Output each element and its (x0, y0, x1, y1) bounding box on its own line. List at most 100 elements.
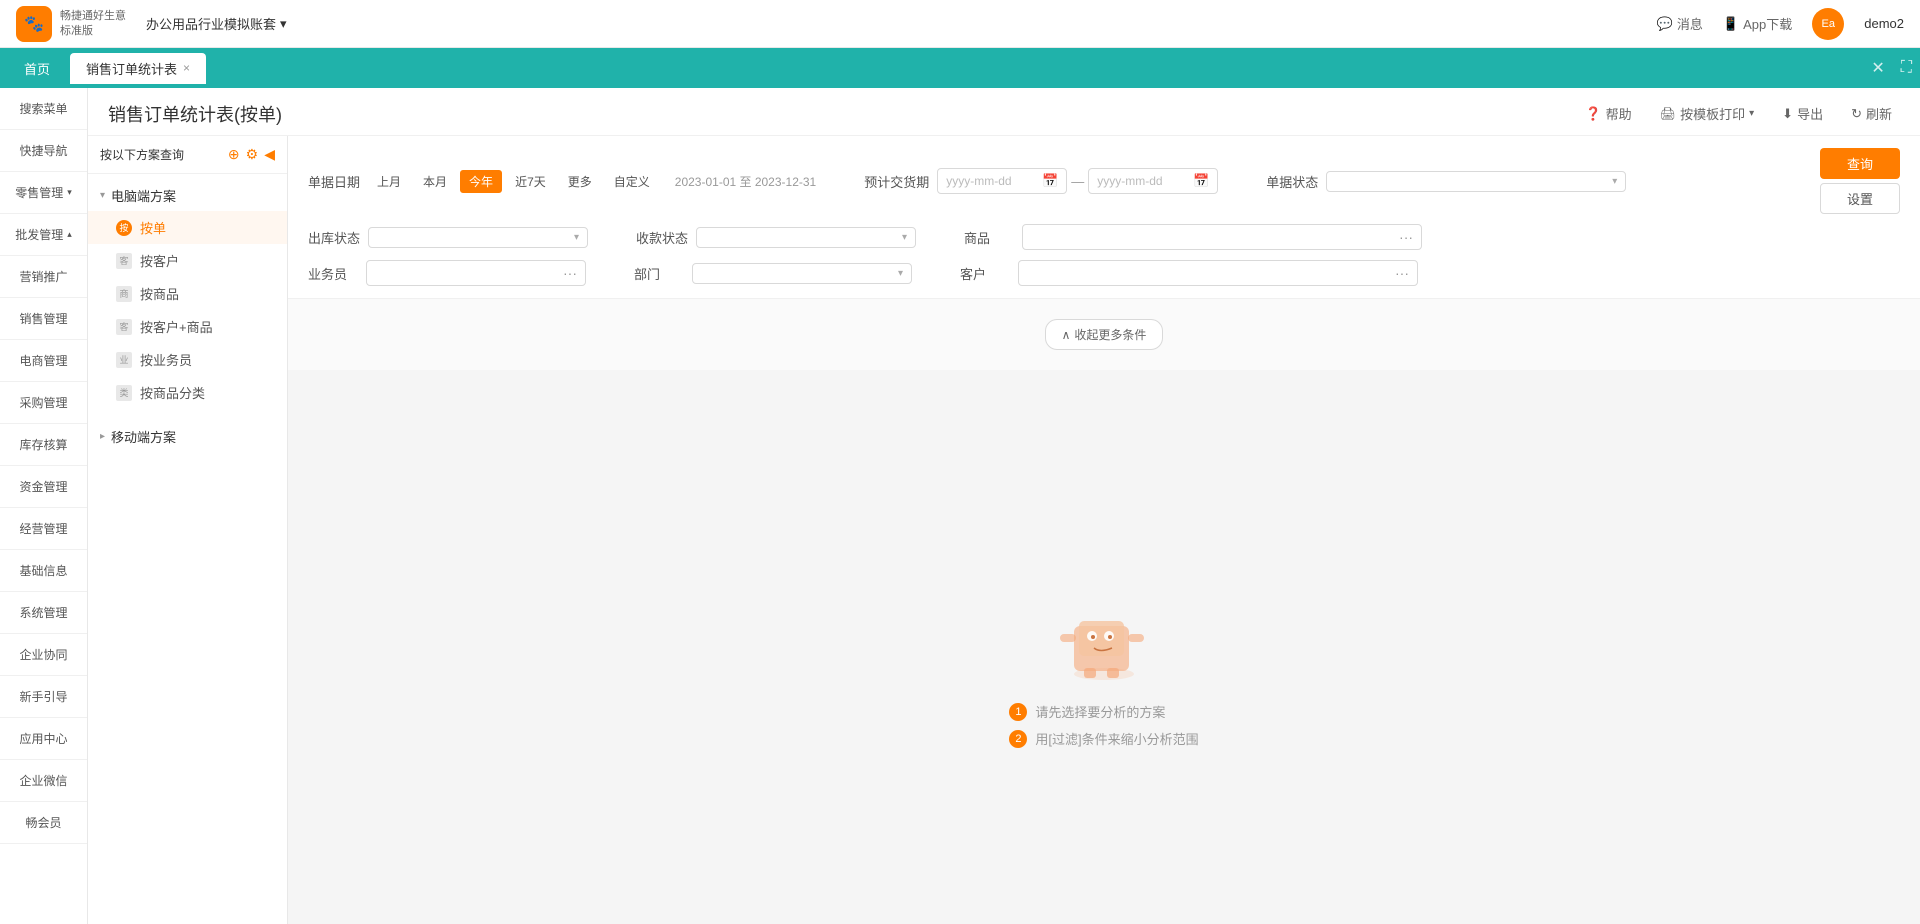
delivery-status-group: 出库状态 ▾ (308, 227, 588, 248)
export-button[interactable]: ⬇ 导出 (1774, 100, 1831, 127)
main-panel: 单据日期 上月 本月 今年 近7天 更多 自定义 2023 (288, 136, 1920, 924)
doc-status-select[interactable]: ▾ (1326, 171, 1626, 192)
settings-button[interactable]: 设置 (1820, 183, 1900, 214)
empty-illustration (1044, 586, 1164, 686)
help-button[interactable]: ❓ 帮助 (1577, 100, 1639, 127)
refresh-icon: ↻ (1851, 106, 1862, 122)
scheme-item-by-customer-goods[interactable]: 客 按客户+商品 (88, 310, 287, 343)
app-download-button[interactable]: 📱 App下载 (1723, 14, 1792, 33)
delivery-status-select[interactable]: ▾ (368, 227, 588, 248)
customer-dots-icon[interactable]: ··· (1395, 265, 1409, 281)
salesperson-select[interactable]: ··· (366, 260, 586, 286)
avatar[interactable]: Ea (1812, 8, 1844, 40)
chevron-down-icon: ▾ (67, 187, 72, 198)
header-right: 💬 消息 📱 App下载 Ea demo2 (1657, 8, 1904, 40)
expected-delivery-label: 预计交货期 (864, 172, 929, 191)
sidebar-item-retail[interactable]: 零售管理 ▾ (0, 172, 87, 214)
sidebar-item-inventory[interactable]: 库存核算 (0, 424, 87, 466)
collapse-area: ∧ 收起更多条件 (288, 298, 1920, 370)
action-buttons: 查询 设置 (1820, 148, 1900, 214)
customer-select[interactable]: ··· (1018, 260, 1418, 286)
salesperson-dots-icon[interactable]: ··· (563, 265, 577, 281)
calendar-icon: 📅 (1193, 173, 1209, 189)
tab-active[interactable]: 销售订单统计表 × (70, 53, 206, 84)
sidebar-item-system[interactable]: 系统管理 (0, 592, 87, 634)
doc-status-group: 单据状态 ▾ (1266, 171, 1804, 192)
collapse-icon: ∧ (1062, 328, 1071, 342)
sidebar-item-finance[interactable]: 资金管理 (0, 466, 87, 508)
scheme-item-by-order[interactable]: 按 按单 (88, 211, 287, 244)
scheme-item-by-salesperson[interactable]: 业 按业务员 (88, 343, 287, 376)
sidebar-item-newbie[interactable]: 新手引导 (0, 676, 87, 718)
scheme-panel: 按以下方案查询 ⊕ ⚙ ◀ ▾ 电脑端方案 按 按单 (88, 136, 288, 924)
salesperson-group: 业务员 ··· (308, 260, 586, 286)
chevron-down-icon: ▾ (280, 16, 287, 32)
sidebar-item-operations[interactable]: 经营管理 (0, 508, 87, 550)
sidebar-item-wholesale[interactable]: 批发管理 ▴ (0, 214, 87, 256)
download-icon: 📱 (1723, 16, 1739, 32)
sidebar-item-quick-nav[interactable]: 快捷导航 (0, 130, 87, 172)
date-btn-more[interactable]: 更多 (559, 170, 601, 193)
payment-status-label: 收款状态 (636, 228, 688, 247)
scheme-item-by-goods[interactable]: 商 按商品 (88, 277, 287, 310)
by-goods-icon: 商 (116, 286, 132, 302)
collapse-button[interactable]: ∧ 收起更多条件 (1045, 319, 1164, 350)
expected-delivery-group: 预计交货期 yyyy-mm-dd 📅 — yyyy-mm-dd (864, 168, 1218, 194)
query-button[interactable]: 查询 (1820, 148, 1900, 179)
sidebar-item-search[interactable]: 搜索菜单 (0, 88, 87, 130)
sidebar-item-marketing[interactable]: 营销推广 (0, 256, 87, 298)
sidebar-item-wechat[interactable]: 企业微信 (0, 760, 87, 802)
date-separator: — (1071, 174, 1084, 189)
refresh-button[interactable]: ↻ 刷新 (1843, 100, 1900, 127)
sidebar-item-purchase[interactable]: 采购管理 (0, 382, 87, 424)
chevron-down-icon: ▾ (1749, 108, 1754, 119)
scheme-group-mobile-title[interactable]: ▸ 移动端方案 (88, 421, 287, 452)
filter-cell-date: 单据日期 上月 本月 今年 近7天 更多 自定义 (308, 170, 659, 193)
template-print-button[interactable]: 🖨 按模板打印 ▾ (1652, 100, 1763, 127)
date-range-text: 2023-01-01 至 2023-12-31 (675, 173, 816, 190)
manage-scheme-button[interactable]: ⚙ (246, 146, 259, 163)
chevron-right-icon: ▸ (100, 431, 105, 442)
dept-select[interactable]: ▾ (692, 263, 912, 284)
tab-home[interactable]: 首页 (8, 53, 66, 84)
empty-hint-2: 2 用[过滤]条件来缩小分析范围 (1009, 729, 1198, 748)
sidebar-item-sales[interactable]: 销售管理 (0, 298, 87, 340)
hint-num-2: 2 (1009, 730, 1027, 748)
close-window-button[interactable]: ✕ (1871, 58, 1884, 78)
date-btn-custom[interactable]: 自定义 (605, 170, 659, 193)
by-customer-icon: 客 (116, 253, 132, 269)
message-button[interactable]: 💬 消息 (1657, 14, 1703, 33)
add-scheme-button[interactable]: ⊕ (228, 146, 240, 163)
industry-selector[interactable]: 办公用品行业模拟账套 ▾ (138, 10, 295, 37)
date-btn-7days[interactable]: 近7天 (506, 170, 555, 193)
page-title: 销售订单统计表(按单) (108, 101, 282, 127)
page-header: 销售订单统计表(按单) ❓ 帮助 🖨 按模板打印 ▾ ⬇ 导出 ↻ 刷新 (88, 88, 1920, 136)
chevron-up-icon: ▴ (67, 229, 72, 240)
delivery-date-end[interactable]: yyyy-mm-dd 📅 (1088, 168, 1218, 194)
sidebar-item-apps[interactable]: 应用中心 (0, 718, 87, 760)
goods-dots-icon[interactable]: ··· (1399, 229, 1413, 245)
scheme-item-by-category[interactable]: 类 按商品分类 (88, 376, 287, 409)
delivery-date-start[interactable]: yyyy-mm-dd 📅 (937, 168, 1067, 194)
sidebar-item-enterprise[interactable]: 企业协同 (0, 634, 87, 676)
customer-label: 客户 (960, 264, 1010, 283)
content-area: 销售订单统计表(按单) ❓ 帮助 🖨 按模板打印 ▾ ⬇ 导出 ↻ 刷新 (88, 88, 1920, 924)
main-area: 搜索菜单 快捷导航 零售管理 ▾ 批发管理 ▴ 营销推广 销售管理 电商管理 采… (0, 88, 1920, 924)
username[interactable]: demo2 (1864, 16, 1904, 31)
date-btn-last-month[interactable]: 上月 (368, 170, 410, 193)
goods-select[interactable]: ··· (1022, 224, 1422, 250)
empty-hints: 1 请先选择要分析的方案 2 用[过滤]条件来缩小分析范围 (1009, 702, 1198, 748)
sidebar-item-ecommerce[interactable]: 电商管理 (0, 340, 87, 382)
scheme-group-desktop-title[interactable]: ▾ 电脑端方案 (88, 180, 287, 211)
scheme-item-by-customer[interactable]: 客 按客户 (88, 244, 287, 277)
sidebar-item-membership[interactable]: 畅会员 (0, 802, 87, 844)
tab-close-button[interactable]: × (183, 61, 190, 75)
payment-status-select[interactable]: ▾ (696, 227, 916, 248)
maximize-button[interactable]: ⛶ (1901, 59, 1912, 77)
empty-state: 1 请先选择要分析的方案 2 用[过滤]条件来缩小分析范围 (288, 370, 1920, 924)
date-input-group: yyyy-mm-dd 📅 — yyyy-mm-dd 📅 (937, 168, 1218, 194)
sidebar-item-basic-info[interactable]: 基础信息 (0, 550, 87, 592)
date-btn-this-year[interactable]: 今年 (460, 170, 502, 193)
date-btn-this-month[interactable]: 本月 (414, 170, 456, 193)
collapse-scheme-button[interactable]: ◀ (264, 146, 275, 163)
